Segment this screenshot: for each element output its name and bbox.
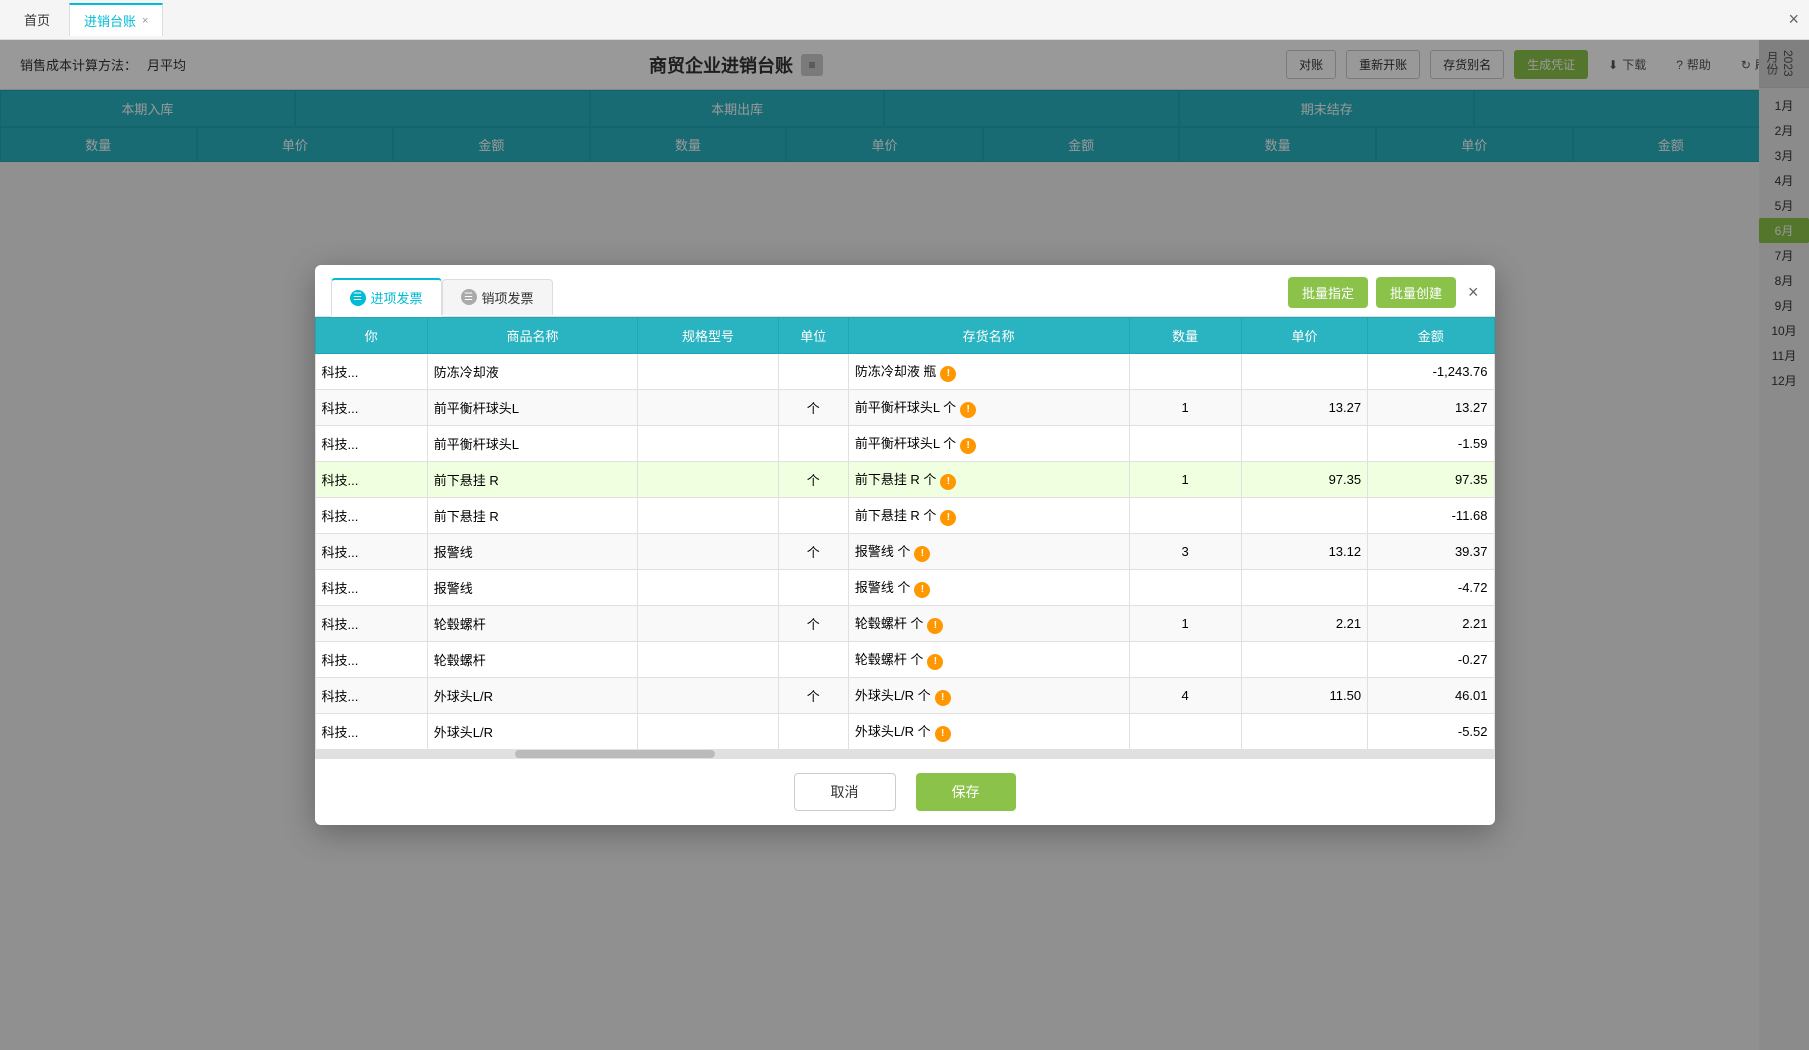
tab-active-label: 进销台账: [84, 11, 136, 30]
warning-icon: !: [960, 402, 976, 418]
main-area: 销售成本计算方法： 月平均 商贸企业进销台账 ≡ 对账 重新开账 存货别名 生成…: [0, 40, 1809, 1050]
table-row: 科技...前平衡杆球头L个前平衡杆球头L 个!113.2713.27: [315, 390, 1494, 426]
invoice-out-icon: ☰: [461, 289, 477, 305]
warning-icon: !: [914, 582, 930, 598]
save-button[interactable]: 保存: [916, 773, 1016, 811]
table-row: 科技...前平衡杆球头L前平衡杆球头L 个!-1.59: [315, 426, 1494, 462]
th-inventory-name: 存货名称: [848, 318, 1129, 354]
modal-header: ☰ 进项发票 ☰ 销项发票 批量指定 批量创建 ×: [315, 265, 1495, 317]
warning-icon: !: [935, 690, 951, 706]
th-spec: 规格型号: [638, 318, 778, 354]
th-product-name: 商品名称: [427, 318, 638, 354]
warning-icon: !: [940, 366, 956, 382]
th-quantity: 数量: [1129, 318, 1241, 354]
table-row: 科技...报警线个报警线 个!313.1239.37: [315, 534, 1494, 570]
tab-active[interactable]: 进销台账 ×: [69, 3, 163, 36]
modal-footer: 取消 保存: [315, 758, 1495, 825]
tab-close-icon[interactable]: ×: [142, 15, 148, 27]
warning-icon: !: [935, 726, 951, 742]
tab-outgoing-label: 销项发票: [482, 288, 534, 307]
scrollbar-thumb[interactable]: [515, 750, 715, 758]
batch-assign-button[interactable]: 批量指定: [1288, 277, 1368, 308]
table-row: 科技...外球头L/R个外球头L/R 个!411.5046.01: [315, 678, 1494, 714]
cancel-button[interactable]: 取消: [794, 773, 896, 811]
invoice-in-icon: ☰: [350, 290, 366, 306]
table-scrollbar[interactable]: [315, 750, 1495, 758]
tab-outgoing-invoice[interactable]: ☰ 销项发票: [442, 279, 553, 315]
tab-incoming-label: 进项发票: [371, 288, 423, 307]
modal-table-container[interactable]: 你 商品名称 规格型号 单位 存货名称 数量 单价 金额 科技...防冻冷却液防…: [315, 317, 1495, 750]
warning-icon: !: [960, 438, 976, 454]
table-row: 科技...轮毂螺杆轮毂螺杆 个!-0.27: [315, 642, 1494, 678]
window-close-icon[interactable]: ×: [1788, 9, 1799, 30]
th-unit: 单位: [778, 318, 848, 354]
modal-overlay: ☰ 进项发票 ☰ 销项发票 批量指定 批量创建 ×: [0, 40, 1809, 1050]
modal-close-icon[interactable]: ×: [1456, 282, 1479, 311]
th-unit-price: 单价: [1241, 318, 1367, 354]
warning-icon: !: [940, 510, 956, 526]
tab-home[interactable]: 首页: [10, 4, 64, 35]
top-bar: 首页 进销台账 × ×: [0, 0, 1809, 40]
modal: ☰ 进项发票 ☰ 销项发票 批量指定 批量创建 ×: [315, 265, 1495, 825]
warning-icon: !: [927, 618, 943, 634]
table-row: 科技...前下悬挂 R个前下悬挂 R 个!197.3597.35: [315, 462, 1494, 498]
table-row: 科技...报警线报警线 个!-4.72: [315, 570, 1494, 606]
tab-incoming-invoice[interactable]: ☰ 进项发票: [331, 278, 442, 317]
table-row: 科技...轮毂螺杆个轮毂螺杆 个!12.212.21: [315, 606, 1494, 642]
table-row: 科技...前下悬挂 R前下悬挂 R 个!-11.68: [315, 498, 1494, 534]
batch-create-button[interactable]: 批量创建: [1376, 277, 1456, 308]
warning-icon: !: [940, 474, 956, 490]
warning-icon: !: [927, 654, 943, 670]
th-amount: 金额: [1368, 318, 1494, 354]
modal-actions: 批量指定 批量创建: [1288, 277, 1456, 316]
table-header-row: 你 商品名称 规格型号 单位 存货名称 数量 单价 金额: [315, 318, 1494, 354]
invoice-table: 你 商品名称 规格型号 单位 存货名称 数量 单价 金额 科技...防冻冷却液防…: [315, 317, 1495, 750]
table-row: 科技...防冻冷却液防冻冷却液 瓶!-1,243.76: [315, 354, 1494, 390]
th-company: 你: [315, 318, 427, 354]
warning-icon: !: [914, 546, 930, 562]
table-row: 科技...外球头L/R外球头L/R 个!-5.52: [315, 714, 1494, 750]
